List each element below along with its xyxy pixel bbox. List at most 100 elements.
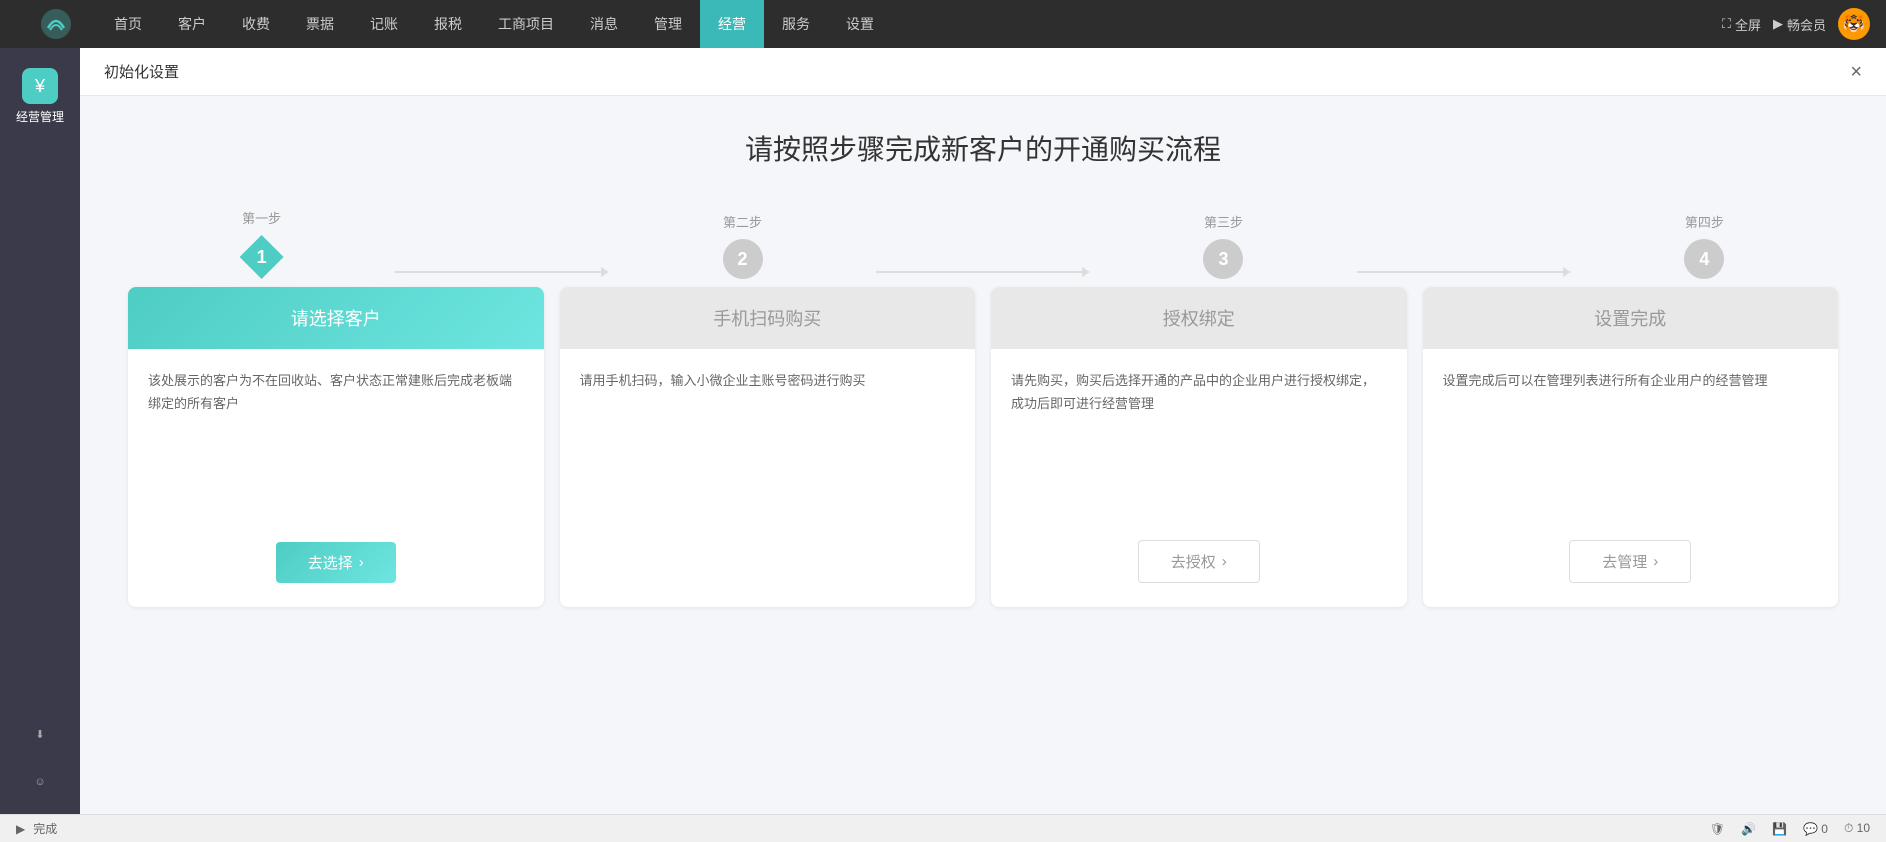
card-2-title: 手机扫码购买 <box>713 309 821 329</box>
avatar[interactable]: 🐯 <box>1838 8 1870 40</box>
save-icon: 💾 <box>1772 822 1787 836</box>
nav-message[interactable]: 消息 <box>572 0 636 48</box>
operation-icon: ¥ <box>22 68 58 104</box>
step-1-label: 第一步 <box>242 208 281 227</box>
card-2-footer <box>560 567 976 607</box>
main-layout: ¥ 经营管理 ⬇ ☺ 初始化设置 × 请按照步骤完成新客户的开通购买流程 <box>0 48 1886 814</box>
sidebar-bottom: ⬇ ☺ <box>0 710 80 814</box>
card-1-footer: 去选择 › <box>128 526 544 607</box>
card-2-text: 请用手机扫码，输入小微企业主账号密码进行购买 <box>580 373 866 388</box>
volume-icon: 🔊 <box>1741 822 1756 836</box>
card-4-header: 设置完成 <box>1423 287 1839 349</box>
nav-business[interactable]: 工商项目 <box>480 0 572 48</box>
card-2-header: 手机扫码购买 <box>560 287 976 349</box>
connector-line-2 <box>876 271 1082 273</box>
status-text: 完成 <box>33 820 57 837</box>
step-3-circle: 3 <box>1203 239 1243 279</box>
go-auth-label: 去授权 <box>1171 551 1216 572</box>
vip-label: 畅会员 <box>1787 15 1826 34</box>
card-4-body: 设置完成后可以在管理列表进行所有企业用户的经营管理 <box>1423 349 1839 524</box>
go-manage-label: 去管理 <box>1602 551 1647 572</box>
sidebar-download[interactable]: ⬇ <box>0 710 80 758</box>
nav-customer[interactable]: 客户 <box>160 0 224 48</box>
nav-items: 首页 客户 收费 票据 记账 报税 工商项目 消息 管理 经营 服务 设置 <box>96 0 1722 48</box>
nav-invoice[interactable]: 票据 <box>288 0 352 48</box>
fullscreen-icon: ⛶ <box>1722 16 1731 32</box>
status-right: 🛡 🔊 💾 💬 0 ⏱ 10 <box>1710 821 1870 836</box>
step-card-4: 设置完成 设置完成后可以在管理列表进行所有企业用户的经营管理 去管理 › <box>1423 287 1839 607</box>
card-3-footer: 去授权 › <box>991 524 1407 607</box>
nav-operation[interactable]: 经营 <box>700 0 764 48</box>
step-2-number: 2 <box>738 249 748 270</box>
go-auth-button[interactable]: 去授权 › <box>1138 540 1260 583</box>
nav-accounting[interactable]: 记账 <box>352 0 416 48</box>
sidebar-support[interactable]: ☺ <box>0 758 80 806</box>
go-select-label: 去选择 <box>308 552 353 573</box>
sidebar-item-operation[interactable]: ¥ 经营管理 <box>0 56 80 137</box>
step-4-circle: 4 <box>1684 239 1724 279</box>
nav-home[interactable]: 首页 <box>96 0 160 48</box>
card-4-title: 设置完成 <box>1594 309 1666 329</box>
cards-row: 请选择客户 该处展示的客户为不在回收站、客户状态正常建账后完成老板端绑定的所有客… <box>128 287 1838 607</box>
card-3-header: 授权绑定 <box>991 287 1407 349</box>
go-select-button[interactable]: 去选择 › <box>276 542 396 583</box>
step-card-3: 授权绑定 请先购买，购买后选择开通的产品中的企业用户进行授权绑定，成功后即可进行… <box>991 287 1407 607</box>
card-3-title: 授权绑定 <box>1163 309 1235 329</box>
step-3-label: 第三步 <box>1204 212 1243 231</box>
card-3-body: 请先购买，购买后选择开通的产品中的企业用户进行授权绑定，成功后即可进行经营管理 <box>991 349 1407 524</box>
vip-button[interactable]: ▶ 畅会员 <box>1773 15 1826 34</box>
nav-manage[interactable]: 管理 <box>636 0 700 48</box>
connector-1-2 <box>395 267 609 279</box>
step-4-label: 第四步 <box>1685 212 1724 231</box>
sidebar-item-label: 经营管理 <box>16 108 64 125</box>
nav-service[interactable]: 服务 <box>764 0 828 48</box>
go-manage-arrow: › <box>1653 553 1658 570</box>
step-3-header: 第三步 3 <box>1090 212 1357 279</box>
connector-arrow-2 <box>1082 267 1090 277</box>
card-1-header: 请选择客户 <box>128 287 544 349</box>
content-area: 初始化设置 × 请按照步骤完成新客户的开通购买流程 第一步 1 <box>80 48 1886 814</box>
shield-icon: 🛡 <box>1710 822 1725 836</box>
nav-settings[interactable]: 设置 <box>828 0 892 48</box>
fullscreen-button[interactable]: ⛶ 全屏 <box>1722 15 1761 34</box>
step-2-label: 第二步 <box>723 212 762 231</box>
card-1-body: 该处展示的客户为不在回收站、客户状态正常建账后完成老板端绑定的所有客户 <box>128 349 544 526</box>
go-manage-button[interactable]: 去管理 › <box>1569 540 1691 583</box>
step-1-number: 1 <box>257 247 267 268</box>
play-icon: ▶ <box>1773 16 1783 32</box>
connector-arrow-3 <box>1563 267 1571 277</box>
step-3-number: 3 <box>1218 249 1228 270</box>
sidebar: ¥ 经营管理 ⬇ ☺ <box>0 48 80 814</box>
main-content: 请按照步骤完成新客户的开通购买流程 第一步 1 第二步 <box>80 96 1886 814</box>
process-title: 请按照步骤完成新客户的开通购买流程 <box>128 128 1838 168</box>
card-2-body: 请用手机扫码，输入小微企业主账号密码进行购买 <box>560 349 976 567</box>
status-bar: ▶ 完成 🛡 🔊 💾 💬 0 ⏱ 10 <box>0 814 1886 842</box>
steps-area: 第一步 1 第二步 2 <box>128 208 1838 279</box>
logo[interactable] <box>16 8 96 40</box>
card-4-text: 设置完成后可以在管理列表进行所有企业用户的经营管理 <box>1443 373 1768 388</box>
connector-line-3 <box>1357 271 1563 273</box>
card-1-title: 请选择客户 <box>291 309 381 329</box>
card-3-text: 请先购买，购买后选择开通的产品中的企业用户进行授权绑定，成功后即可进行经营管理 <box>1011 373 1375 411</box>
page-title: 初始化设置 <box>104 61 179 82</box>
play-status-icon: ▶ <box>16 822 25 836</box>
card-4-footer: 去管理 › <box>1423 524 1839 607</box>
message-count: 💬 0 <box>1803 822 1828 836</box>
step-card-1: 请选择客户 该处展示的客户为不在回收站、客户状态正常建账后完成老板端绑定的所有客… <box>128 287 544 607</box>
fullscreen-label: 全屏 <box>1735 15 1761 34</box>
connector-2-3 <box>876 267 1090 279</box>
step-2-circle: 2 <box>723 239 763 279</box>
nav-billing[interactable]: 收费 <box>224 0 288 48</box>
step-4-header: 第四步 4 <box>1571 212 1838 279</box>
connector-3-4 <box>1357 267 1571 279</box>
nav-right: ⛶ 全屏 ▶ 畅会员 🐯 <box>1722 8 1870 40</box>
step-2-header: 第二步 2 <box>609 212 876 279</box>
card-1-text: 该处展示的客户为不在回收站、客户状态正常建账后完成老板端绑定的所有客户 <box>148 373 512 411</box>
download-icon: ⬇ <box>35 728 44 741</box>
step-card-2: 手机扫码购买 请用手机扫码，输入小微企业主账号密码进行购买 <box>560 287 976 607</box>
timer-count: ⏱ 10 <box>1844 821 1870 836</box>
nav-tax[interactable]: 报税 <box>416 0 480 48</box>
connector-line-1 <box>395 271 601 273</box>
close-button[interactable]: × <box>1850 62 1862 82</box>
go-auth-arrow: › <box>1222 553 1227 570</box>
